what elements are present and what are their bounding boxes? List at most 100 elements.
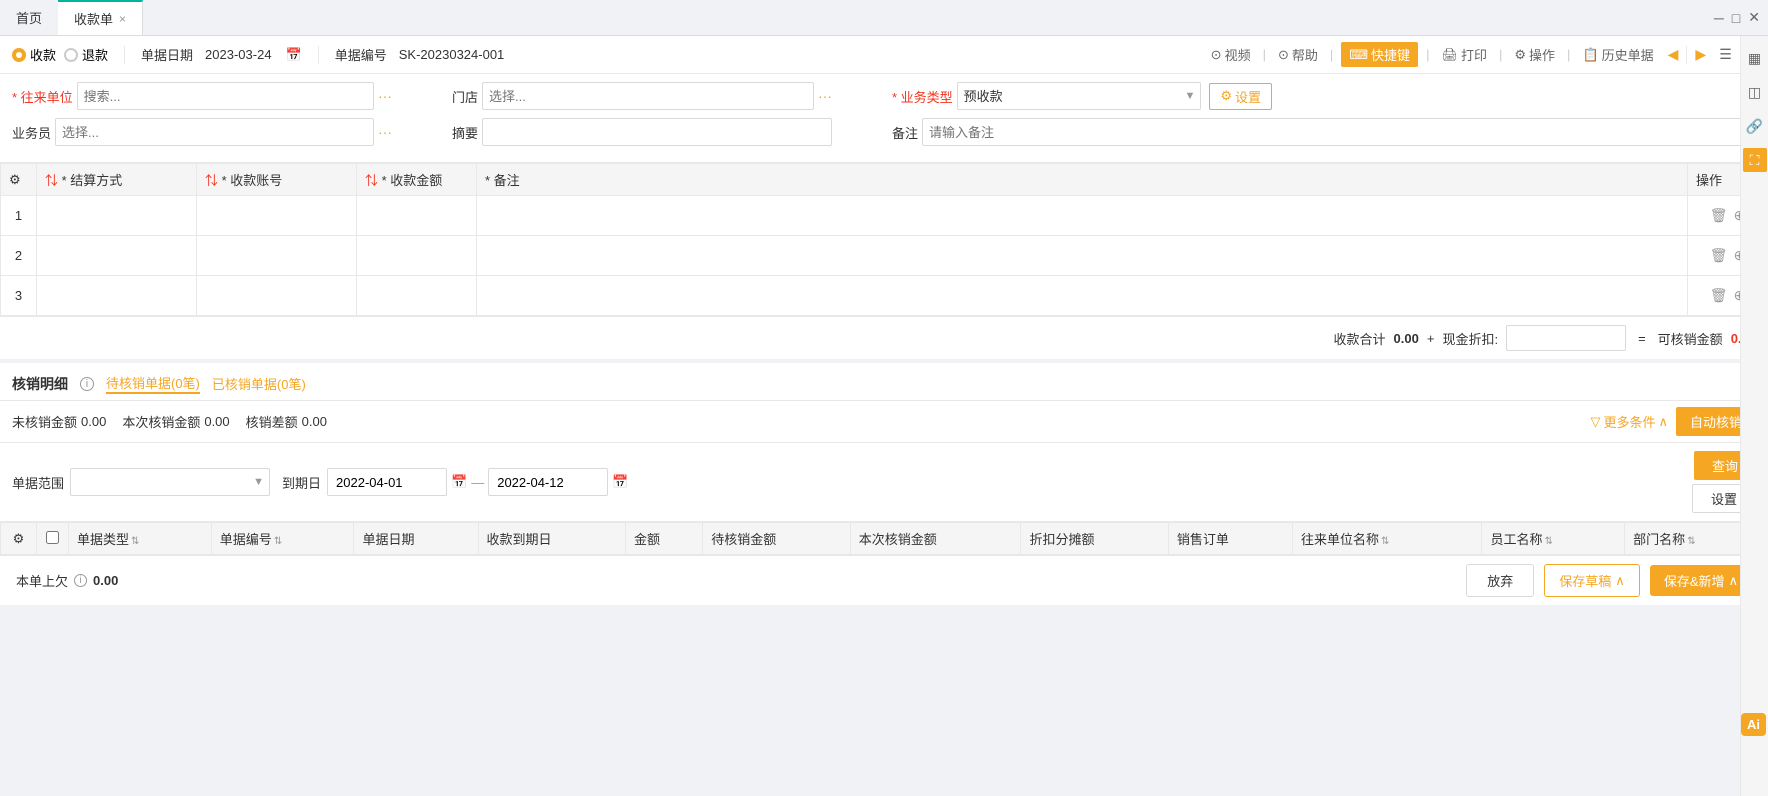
nav-next[interactable]: ▶ [1693, 46, 1708, 64]
select-all-checkbox[interactable] [46, 531, 59, 544]
print-btn[interactable]: 🖨 打印 [1437, 43, 1491, 66]
range-select[interactable] [70, 468, 270, 496]
nav-arrows: ◀ ▶ [1666, 46, 1709, 64]
row-2-delete-icon[interactable]: 🗑 [1710, 247, 1728, 264]
minimize-btn[interactable]: ─ [1714, 10, 1724, 26]
row-2-amount[interactable] [357, 236, 477, 276]
more-conditions-label: 更多条件 [1603, 412, 1655, 431]
bottom-value: 0.00 [93, 573, 118, 588]
operation-icon: ⚙ [1514, 47, 1526, 63]
history-btn[interactable]: 📋 历史单据 [1578, 43, 1657, 66]
row-1-delete-icon[interactable]: 🗑 [1710, 207, 1728, 224]
toolbar-right: ⊙ 视频 | ⊙ 帮助 | ⌨ 快捷键 | 🖨 打印 | [1207, 42, 1756, 67]
discount-label: 现金折扣: [1442, 329, 1498, 348]
draft-chevron-icon: ∧ [1615, 573, 1625, 589]
summary-row: 收款合计 0.00 + 现金折扣: = 可核销金额 0.00 [0, 316, 1768, 359]
partner-more-btn[interactable]: ··· [378, 88, 392, 104]
biztype-select-wrapper: 预收款 ▼ [957, 82, 1202, 110]
date-start-input[interactable] [327, 468, 447, 496]
remark-input[interactable] [922, 118, 1756, 146]
history-label: 历史单据 [1602, 45, 1654, 64]
row-2-settle[interactable] [37, 236, 197, 276]
row-1-account[interactable] [197, 196, 357, 236]
date-end-input[interactable] [488, 468, 608, 496]
shortcut-btn[interactable]: ⌨ 快捷键 [1341, 42, 1418, 67]
row-3-amount[interactable] [357, 276, 477, 316]
row-2-remark[interactable] [477, 236, 1688, 276]
shop-label: 门店 [452, 87, 478, 106]
row-3-delete-icon[interactable]: 🗑 [1710, 287, 1728, 304]
date-dash: — [471, 475, 484, 490]
radio-receipt-label: 收款 [30, 45, 56, 64]
date-calendar-end[interactable]: 📅 [612, 474, 628, 490]
summary-input[interactable] [482, 118, 832, 146]
rth-employee: 员工名称⇅ [1482, 523, 1625, 555]
row-1-settle[interactable] [37, 196, 197, 236]
row-3-account[interactable] [197, 276, 357, 316]
nav-prev[interactable]: ◀ [1666, 46, 1681, 64]
ai-btn[interactable]: Ai [1741, 713, 1766, 736]
due-label: 到期日 [282, 473, 321, 492]
tab-done[interactable]: 已核销单据(0笔) [212, 374, 306, 393]
tab-pending[interactable]: 待核销单据(0笔) [106, 373, 200, 394]
help-btn[interactable]: ⊙ 帮助 [1274, 43, 1322, 66]
partner-input[interactable] [77, 82, 374, 110]
save-new-btn[interactable]: 保存&新增 ∧ [1650, 565, 1752, 596]
sidebar-link-icon[interactable]: 🔗 [1743, 114, 1767, 138]
radio-receipt[interactable]: 收款 [12, 45, 56, 64]
eq-sign: = [1638, 331, 1646, 346]
receipt-type-group: 收款 退款 [12, 45, 108, 64]
settings-button[interactable]: ⚙ 设置 [1209, 83, 1272, 110]
tab-receipt[interactable]: 收款单 × [58, 0, 143, 35]
remark-label: 备注 [892, 123, 918, 142]
abandon-btn[interactable]: 放弃 [1466, 564, 1534, 597]
date-range: 📅 — 📅 [327, 468, 628, 496]
calendar-icon[interactable]: 📅 [286, 47, 302, 63]
radio-refund[interactable]: 退款 [64, 45, 108, 64]
tab-close-icon[interactable]: × [119, 12, 126, 26]
shop-more-btn[interactable]: ··· [818, 88, 832, 104]
rth-sale-order: 销售订单 [1168, 523, 1292, 555]
rth-current: 本次核销金额 [850, 523, 1021, 555]
current-stat: 本次核销金额 0.00 [122, 412, 229, 431]
date-calendar-start[interactable]: 📅 [451, 474, 467, 490]
tab-receipt-label: 收款单 [74, 9, 113, 28]
sidebar-expand-icon[interactable]: ⛶ [1743, 148, 1767, 172]
row-1-amount[interactable] [357, 196, 477, 236]
draft-btn[interactable]: 保存草稿 ∧ [1544, 564, 1640, 597]
total-label: 收款合计 [1334, 329, 1386, 348]
view-list-icon[interactable]: ☰ [1716, 46, 1735, 63]
summary-field: 摘要 [452, 118, 832, 146]
row-3-remark[interactable] [477, 276, 1688, 316]
rth-gear[interactable]: ⚙ [1, 523, 37, 555]
bottom-info-icon[interactable]: i [74, 574, 87, 587]
diff-stat: 核销差额 0.00 [246, 412, 327, 431]
rth-pending: 待核销金额 [703, 523, 850, 555]
row-2-account[interactable] [197, 236, 357, 276]
operation-btn[interactable]: ⚙ 操作 [1510, 43, 1559, 66]
chevron-up-icon: ∧ [1658, 414, 1668, 430]
due-date-field: 到期日 📅 — 📅 [282, 468, 628, 496]
maximize-btn[interactable]: □ [1732, 10, 1740, 26]
shop-input[interactable] [482, 82, 814, 110]
recon-info-icon[interactable]: i [80, 377, 94, 391]
tab-home[interactable]: 首页 [0, 0, 58, 35]
window-controls: ─ □ ✕ [1714, 9, 1768, 26]
sidebar-table-icon[interactable]: ▦ [1743, 46, 1767, 70]
more-conditions-btn[interactable]: ▽ 更多条件 ∧ [1590, 412, 1668, 431]
video-btn[interactable]: ⊙ 视频 [1207, 43, 1255, 66]
row-1-remark[interactable] [477, 196, 1688, 236]
video-icon: ⊙ [1211, 47, 1222, 63]
th-gear[interactable]: ⚙ [1, 164, 37, 196]
unchecked-stat: 未核销金额 0.00 [12, 412, 106, 431]
salesperson-input[interactable] [55, 118, 374, 146]
range-label: 单据范围 [12, 473, 64, 492]
rth-checkbox[interactable] [37, 523, 69, 555]
salesperson-more-btn[interactable]: ··· [378, 124, 392, 140]
biztype-field: * 业务类型 预收款 ▼ ⚙ 设置 [892, 82, 1272, 110]
biztype-select[interactable]: 预收款 [957, 82, 1202, 110]
discount-input[interactable] [1506, 325, 1626, 351]
row-3-settle[interactable] [37, 276, 197, 316]
sidebar-doc-icon[interactable]: ◫ [1743, 80, 1767, 104]
close-btn[interactable]: ✕ [1748, 9, 1760, 26]
